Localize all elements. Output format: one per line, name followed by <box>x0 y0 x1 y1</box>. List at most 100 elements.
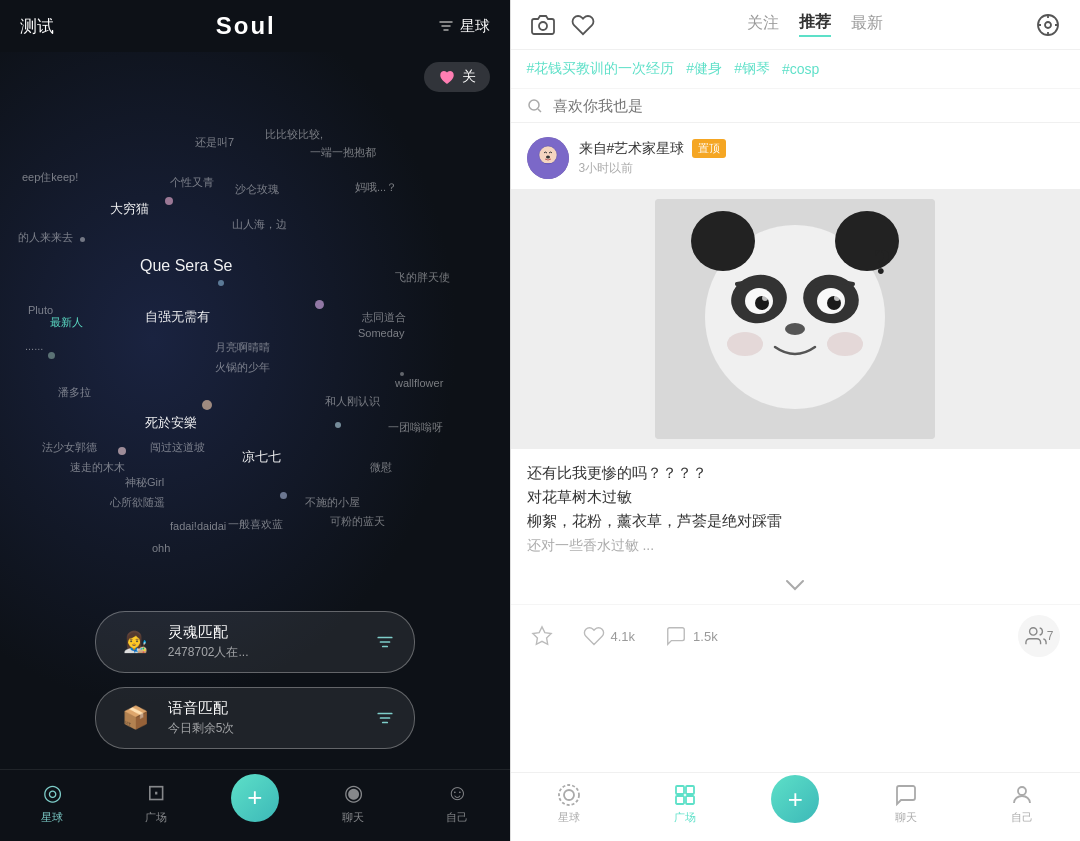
right-nav-plus-button[interactable]: + <box>771 775 819 823</box>
star-label[interactable]: 沙仑玫瑰 <box>235 182 279 197</box>
voice-match-title: 语音匹配 <box>168 699 364 718</box>
filter-icon[interactable] <box>438 18 454 34</box>
voice-match-filter-icon[interactable] <box>376 709 394 727</box>
star-label[interactable]: Someday <box>358 327 404 339</box>
star-label[interactable]: 一团嗡嗡呀 <box>388 420 443 435</box>
star-label[interactable]: 凉七七 <box>242 448 281 466</box>
post-content: 还有比我更惨的吗？？？？ 对花草树木过敏 柳絮，花粉，薰衣草，芦荟是绝对踩雷 还… <box>511 449 1080 567</box>
star-label[interactable]: 法少女郭德 <box>42 440 97 455</box>
planet-label[interactable]: 星球 <box>460 17 490 36</box>
star-action-icon <box>531 625 553 647</box>
star-dot-small <box>400 372 404 376</box>
tag-2[interactable]: #健身 <box>686 60 722 78</box>
planet-nav-icon: ◎ <box>43 780 62 806</box>
star-label[interactable]: 比比较比较, <box>265 127 323 142</box>
nav-item-me[interactable]: ☺ 自己 <box>427 780 487 825</box>
tab-recommend[interactable]: 推荐 <box>799 12 831 37</box>
search-input[interactable] <box>553 97 1064 114</box>
star-label[interactable]: 火锅的少年 <box>215 360 270 375</box>
star-label[interactable]: fadai!daidai <box>170 520 226 532</box>
svg-point-27 <box>559 785 579 805</box>
left-panel: 测试 Soul 星球 关 <box>0 0 510 841</box>
star-dot <box>202 400 212 410</box>
star-label[interactable]: 的人来来去 <box>18 230 73 245</box>
bottom-nav-left: ◎ 星球 ⊡ 广场 + ◉ 聊天 ☺ 自己 <box>0 769 510 841</box>
star-label[interactable]: 微慰 <box>370 460 392 475</box>
star-label[interactable]: 自强无需有 <box>145 308 210 326</box>
star-label[interactable]: ohh <box>152 542 170 554</box>
camera-icon[interactable] <box>531 13 555 37</box>
star-label[interactable]: 闯过这道坡 <box>150 440 205 455</box>
star-label[interactable]: 大穷猫 <box>110 200 149 218</box>
app-title: Soul <box>216 12 276 40</box>
star-label[interactable]: 不施的小屋 <box>305 495 360 510</box>
tab-follow[interactable]: 关注 <box>747 13 779 36</box>
star-label[interactable]: 速走的木木 <box>70 460 125 475</box>
svg-point-22 <box>762 295 768 301</box>
nav-item-plaza[interactable]: ⊡ 广场 <box>126 780 186 825</box>
post-action-comment[interactable]: 1.5k <box>665 625 718 647</box>
heart-check-icon[interactable] <box>571 13 595 37</box>
star-label[interactable]: 飞的胖天使 <box>395 270 450 285</box>
star-label[interactable]: 个性又青 <box>170 175 214 190</box>
nav-item-chat[interactable]: ◉ 聊天 <box>323 780 383 825</box>
post-action-star[interactable] <box>531 625 553 647</box>
soul-match-sub: 2478702人在... <box>168 644 364 661</box>
tag-4[interactable]: #cosp <box>782 61 819 77</box>
star-label[interactable]: 死於安樂 <box>145 414 197 432</box>
star-label[interactable]: wallflower <box>395 377 443 389</box>
soul-match-button[interactable]: 👩‍🎨 灵魂匹配 2478702人在... <box>95 611 415 673</box>
star-label[interactable]: 最新人 <box>50 315 83 330</box>
voice-match-button[interactable]: 📦 语音匹配 今日剩余5次 <box>95 687 415 749</box>
right-nav-item-plaza[interactable]: 广场 <box>655 783 715 825</box>
star-label[interactable]: eep住keep! <box>22 170 78 185</box>
tag-1[interactable]: #花钱买教训的一次经历 <box>527 60 675 78</box>
nav-plus-button[interactable]: + <box>231 774 279 822</box>
right-nav-item-chat[interactable]: 聊天 <box>876 783 936 825</box>
heart-button[interactable]: 关 <box>424 62 490 92</box>
star-label[interactable]: 心所欲随遥 <box>110 495 165 510</box>
star-label[interactable]: 还是叫7 <box>195 135 234 150</box>
tab-latest[interactable]: 最新 <box>851 13 883 36</box>
match-buttons: 👩‍🎨 灵魂匹配 2478702人在... 📦 <box>95 611 415 749</box>
star-label[interactable]: ...... <box>25 340 43 352</box>
left-header: 测试 Soul 星球 <box>0 0 510 52</box>
post-avatar[interactable] <box>527 137 569 179</box>
right-nav-item-me[interactable]: 自己 <box>992 783 1052 825</box>
music-icon[interactable] <box>1036 13 1060 37</box>
post-action-like[interactable]: 4.1k <box>583 625 636 647</box>
svg-text:?: ? <box>873 242 891 282</box>
soul-match-filter-icon[interactable] <box>376 633 394 651</box>
star-label[interactable]: 神秘Girl <box>125 475 164 490</box>
right-nav-item-planet[interactable]: 星球 <box>539 783 599 825</box>
voice-match-sub: 今日剩余5次 <box>168 720 364 737</box>
star-label[interactable]: 月亮啊晴晴 <box>215 340 270 355</box>
star-label[interactable]: 妈哦...？ <box>355 180 397 195</box>
expand-button[interactable] <box>511 567 1080 604</box>
planet-nav-label: 星球 <box>41 810 63 825</box>
svg-point-23 <box>834 295 840 301</box>
star-label[interactable]: 一般喜欢蓝 <box>228 517 283 532</box>
star-dot <box>280 492 287 499</box>
post-avatar-image <box>527 137 569 179</box>
svg-point-26 <box>564 790 574 800</box>
tags-row: #花钱买教训的一次经历 #健身 #钢琴 #cosp <box>511 50 1080 89</box>
match-avatar-soul: 👩‍🎨 <box>116 622 156 662</box>
star-label[interactable]: 潘多拉 <box>58 385 91 400</box>
post-action-share[interactable]: 7 <box>1018 615 1060 657</box>
star-label[interactable]: 一端一抱抱都 <box>310 145 376 160</box>
match-text-soul: 灵魂匹配 2478702人在... <box>168 623 364 661</box>
tag-3[interactable]: #钢琴 <box>734 60 770 78</box>
nav-item-planet[interactable]: ◎ 星球 <box>22 780 82 825</box>
right-plus-icon: + <box>788 784 803 815</box>
star-dot <box>218 280 224 286</box>
star-label[interactable]: Que Sera Se <box>140 257 233 275</box>
right-chat-nav-icon <box>894 783 918 807</box>
star-label[interactable]: 和人刚认识 <box>325 394 380 409</box>
post-text-line-2: 对花草树木过敏 <box>527 485 1064 509</box>
star-label[interactable]: 可粉的蓝天 <box>330 514 385 529</box>
star-label[interactable]: 志同道合 <box>362 310 406 325</box>
post-card: 来自#艺术家星球 置顶 3小时以前 <box>511 123 1080 772</box>
star-label[interactable]: 山人海，边 <box>232 217 287 232</box>
right-header-tabs: 关注 推荐 最新 <box>747 12 883 37</box>
